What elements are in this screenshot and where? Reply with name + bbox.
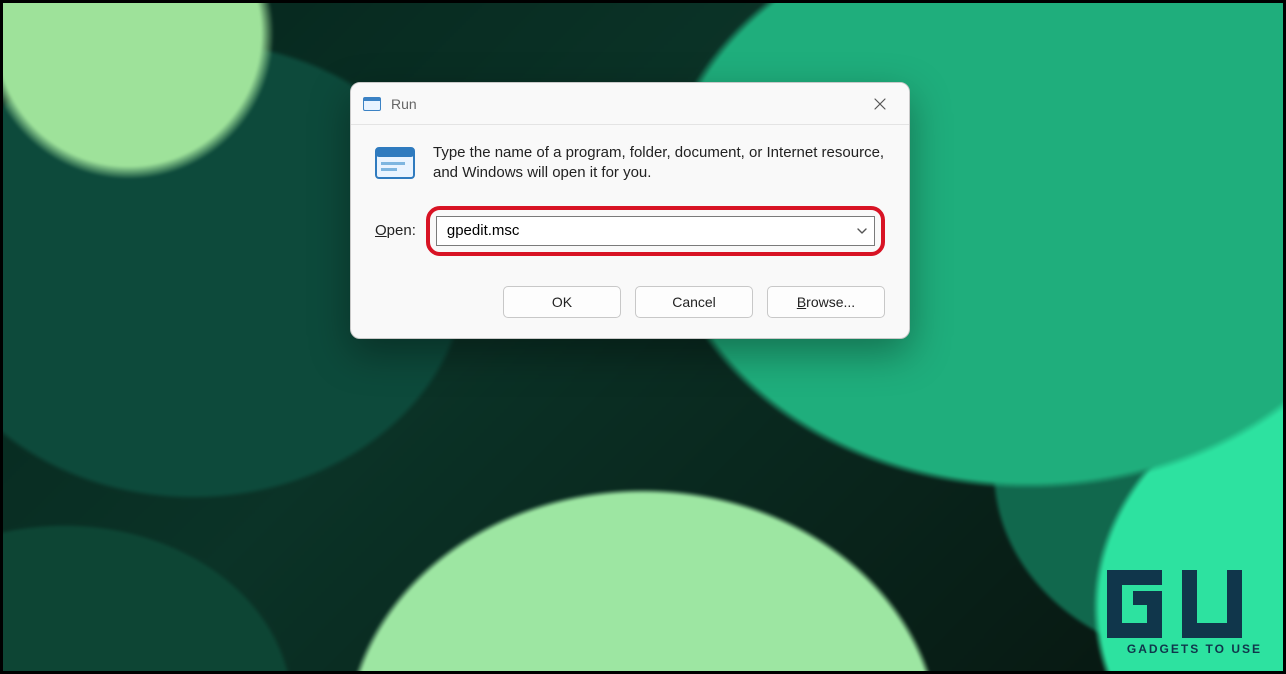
open-input[interactable] — [437, 222, 850, 239]
run-dialog: Run Type the name of a program, folder, … — [350, 82, 910, 339]
watermark-tagline: GADGETS TO USE — [1102, 642, 1262, 656]
chevron-down-icon — [856, 225, 868, 237]
combobox-dropdown-button[interactable] — [850, 225, 874, 237]
dialog-title: Run — [391, 96, 417, 112]
cancel-button[interactable]: Cancel — [635, 286, 753, 318]
open-combobox[interactable] — [436, 216, 875, 246]
close-icon — [874, 98, 886, 110]
run-icon — [375, 147, 415, 179]
watermark: GADGETS TO USE — [1102, 558, 1262, 656]
watermark-logo — [1102, 558, 1262, 638]
ok-button[interactable]: OK — [503, 286, 621, 318]
close-button[interactable] — [857, 88, 903, 120]
dialog-button-row: OK Cancel Browse... — [351, 264, 909, 338]
titlebar[interactable]: Run — [351, 83, 909, 125]
browse-button[interactable]: Browse... — [767, 286, 885, 318]
input-highlight-annotation — [426, 206, 885, 256]
open-label: Open: — [375, 222, 416, 239]
run-app-icon — [363, 97, 381, 111]
dialog-description: Type the name of a program, folder, docu… — [433, 143, 885, 184]
